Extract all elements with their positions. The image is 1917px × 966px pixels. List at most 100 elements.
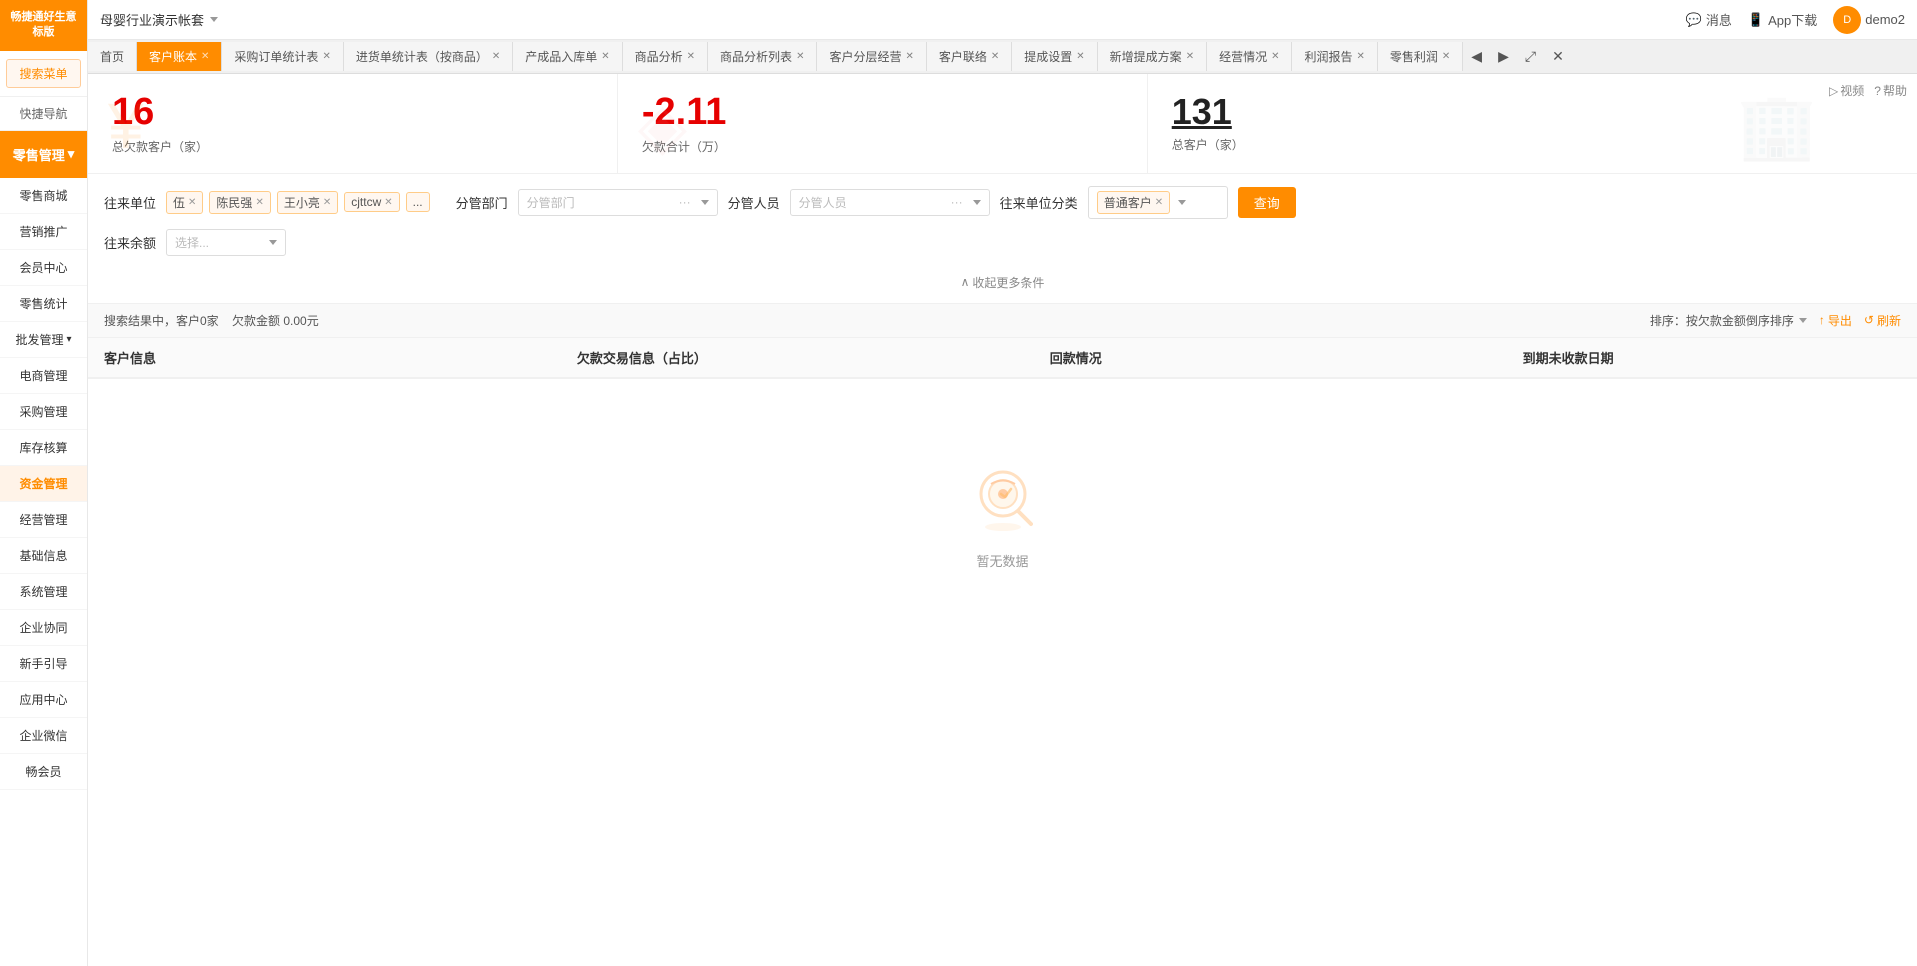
tab-close-icon[interactable]: ✕ — [492, 51, 500, 62]
tab-profit-report-label: 利润报告 — [1304, 48, 1352, 65]
avatar: D — [1833, 6, 1861, 34]
filter-tag-wang[interactable]: 王小亮 ✕ — [277, 191, 338, 214]
stat-card-debt: ◈ -2.11 欠款合计（万） — [618, 74, 1148, 173]
tab-customer-contact[interactable]: 客户联络 ✕ — [927, 42, 1012, 71]
dept-select[interactable]: 分管部门 ··· — [518, 189, 718, 216]
tab-close-icon[interactable]: ✕ — [905, 51, 913, 62]
unit-type-tag[interactable]: 普通客户 ✕ — [1097, 191, 1170, 214]
tab-customer-contact-label: 客户联络 — [939, 48, 987, 65]
app-download-btn[interactable]: 📱 App下载 — [1748, 10, 1817, 29]
video-help-btn[interactable]: ▷ 视频 — [1829, 82, 1864, 99]
tag-close-icon[interactable]: ✕ — [384, 197, 392, 208]
tab-close-icon[interactable]: ✕ — [1271, 51, 1279, 62]
filter-tag-chen[interactable]: 陈民强 ✕ — [209, 191, 270, 214]
tab-customer-layer[interactable]: 客户分层经营 ✕ — [817, 42, 926, 71]
sidebar-item-retail-mall[interactable]: 零售商城 — [0, 178, 87, 214]
col-payment-header: 回款情况 — [1050, 348, 1523, 367]
person-clear-icon[interactable]: ··· — [951, 195, 963, 209]
help-btn[interactable]: ? 帮助 — [1874, 82, 1907, 99]
tab-close-icon[interactable]: ✕ — [201, 51, 209, 62]
sidebar-item-basic-info[interactable]: 基础信息 — [0, 538, 87, 574]
tab-new-commission-label: 新增提成方案 — [1110, 48, 1182, 65]
search-menu-button[interactable]: 搜索菜单 — [6, 59, 81, 88]
account-dropdown[interactable]: 母婴行业演示帐套 — [100, 10, 218, 29]
sidebar-item-retail-stats[interactable]: 零售统计 — [0, 286, 87, 322]
collapse-row: ∧ 收起更多条件 — [104, 266, 1901, 303]
tab-close-icon[interactable]: ✕ — [322, 51, 330, 62]
filter-tag-cjttcw[interactable]: cjttcw ✕ — [344, 192, 399, 212]
tab-new-commission[interactable]: 新增提成方案 ✕ — [1098, 42, 1207, 71]
tab-close-icon[interactable]: ✕ — [796, 51, 804, 62]
dept-clear-icon[interactable]: ··· — [679, 195, 691, 209]
tab-close-icon[interactable]: ✕ — [991, 51, 999, 62]
sidebar-item-member[interactable]: 畅会员 — [0, 754, 87, 790]
tab-close-icon[interactable]: ✕ — [1357, 51, 1365, 62]
filter-row-2: 往来余额 选择... — [104, 229, 1901, 256]
sidebar-item-wholesale[interactable]: 批发管理▾ — [0, 322, 87, 358]
tab-close-icon[interactable]: ✕ — [1076, 51, 1084, 62]
tab-close-icon[interactable]: ✕ — [601, 51, 609, 62]
sidebar-item-operations[interactable]: 经营管理 — [0, 502, 87, 538]
tab-operations[interactable]: 经营情况 ✕ — [1207, 42, 1292, 71]
tab-product-in[interactable]: 产成品入库单 ✕ — [513, 42, 622, 71]
sidebar-item-app-center[interactable]: 应用中心 — [0, 682, 87, 718]
more-tag-label: ... — [413, 195, 423, 209]
query-button[interactable]: 查询 — [1238, 187, 1296, 218]
sidebar-item-collab[interactable]: 企业协同 — [0, 610, 87, 646]
tag-close-icon[interactable]: ✕ — [188, 197, 196, 208]
table-area: 客户信息 欠款交易信息（占比） 回款情况 到期未收款日期 暂无数据 — [88, 338, 1917, 650]
tab-stock-stats[interactable]: 进货单统计表（按商品） ✕ — [344, 42, 513, 71]
chevron-up-icon: ∧ — [961, 275, 970, 289]
chevron-down-icon — [1799, 318, 1807, 323]
sidebar-item-finance[interactable]: 资金管理 — [0, 466, 87, 502]
tab-close-all-icon[interactable]: ✕ — [1544, 42, 1572, 71]
search-menu-btn[interactable]: 搜索菜单 — [0, 51, 87, 97]
tag-close-icon[interactable]: ✕ — [255, 197, 263, 208]
tab-nav-left[interactable]: ◀ — [1463, 42, 1490, 71]
sidebar-item-marketing[interactable]: 营销推广 — [0, 214, 87, 250]
quick-nav-btn[interactable]: 快捷导航 — [0, 97, 87, 131]
tab-goods-analysis-list[interactable]: 商品分析列表 ✕ — [708, 42, 817, 71]
tab-expand-icon[interactable]: ⤢ — [1517, 42, 1544, 71]
tab-customer-ledger[interactable]: 客户账本 ✕ — [137, 42, 222, 71]
sidebar-item-wecom[interactable]: 企业微信 — [0, 718, 87, 754]
tab-close-icon[interactable]: ✕ — [1442, 51, 1450, 62]
filter-tag-more[interactable]: ... — [406, 192, 430, 212]
export-btn[interactable]: ↑ 导出 — [1819, 312, 1852, 329]
stat-card-total-customers: 🏢 131 总客户（家） ▷ 视频 ? 帮助 — [1148, 74, 1917, 173]
chevron-down-icon — [701, 200, 709, 205]
tab-goods-analysis[interactable]: 商品分析 ✕ — [623, 42, 708, 71]
sidebar-item-guide[interactable]: 新手引导 — [0, 646, 87, 682]
tab-close-icon[interactable]: ✕ — [1186, 51, 1194, 62]
col-debt-header: 欠款交易信息（占比） — [577, 348, 1050, 367]
sidebar-item-system[interactable]: 系统管理 — [0, 574, 87, 610]
tab-close-icon[interactable]: ✕ — [687, 51, 695, 62]
unit-type-select[interactable]: 普通客户 ✕ — [1088, 186, 1228, 219]
tag-close-icon[interactable]: ✕ — [323, 197, 331, 208]
sort-select[interactable]: 排序：按欠款金额倒序排序 — [1650, 312, 1807, 329]
tab-nav-right[interactable]: ▶ — [1490, 42, 1517, 71]
sidebar-item-purchase[interactable]: 采购管理 — [0, 394, 87, 430]
person-filter-label: 分管人员 — [728, 193, 780, 212]
collapse-btn[interactable]: ∧ 收起更多条件 — [953, 270, 1053, 295]
filter-tag-wu[interactable]: 伍 ✕ — [166, 191, 203, 214]
sidebar-item-member-center[interactable]: 会员中心 — [0, 250, 87, 286]
tab-home[interactable]: 首页 — [88, 42, 137, 71]
unit-type-tag-close[interactable]: ✕ — [1155, 197, 1163, 208]
tab-commission-setting[interactable]: 提成设置 ✕ — [1012, 42, 1097, 71]
tab-profit-report[interactable]: 利润报告 ✕ — [1292, 42, 1377, 71]
balance-select[interactable]: 选择... — [166, 229, 286, 256]
filter-area: 往来单位 伍 ✕ 陈民强 ✕ 王小亮 ✕ cjttcw — [88, 174, 1917, 304]
balance-placeholder: 选择... — [175, 234, 263, 251]
person-select[interactable]: 分管人员 ··· — [790, 189, 990, 216]
tab-purchase-order-label: 采购订单统计表 — [234, 48, 318, 65]
user-avatar-btn[interactable]: D demo2 — [1833, 6, 1905, 34]
message-btn[interactable]: 💬 消息 — [1686, 10, 1732, 29]
refresh-btn[interactable]: ↺ 刷新 — [1864, 312, 1901, 329]
tab-purchase-order[interactable]: 采购订单统计表 ✕ — [222, 42, 343, 71]
sidebar-item-ecommerce[interactable]: 电商管理 — [0, 358, 87, 394]
tab-retail-profit[interactable]: 零售利润 ✕ — [1378, 42, 1463, 71]
tag-label: 王小亮 — [284, 194, 320, 211]
sidebar-item-inventory[interactable]: 库存核算 — [0, 430, 87, 466]
tab-goods-analysis-list-label: 商品分析列表 — [720, 48, 792, 65]
